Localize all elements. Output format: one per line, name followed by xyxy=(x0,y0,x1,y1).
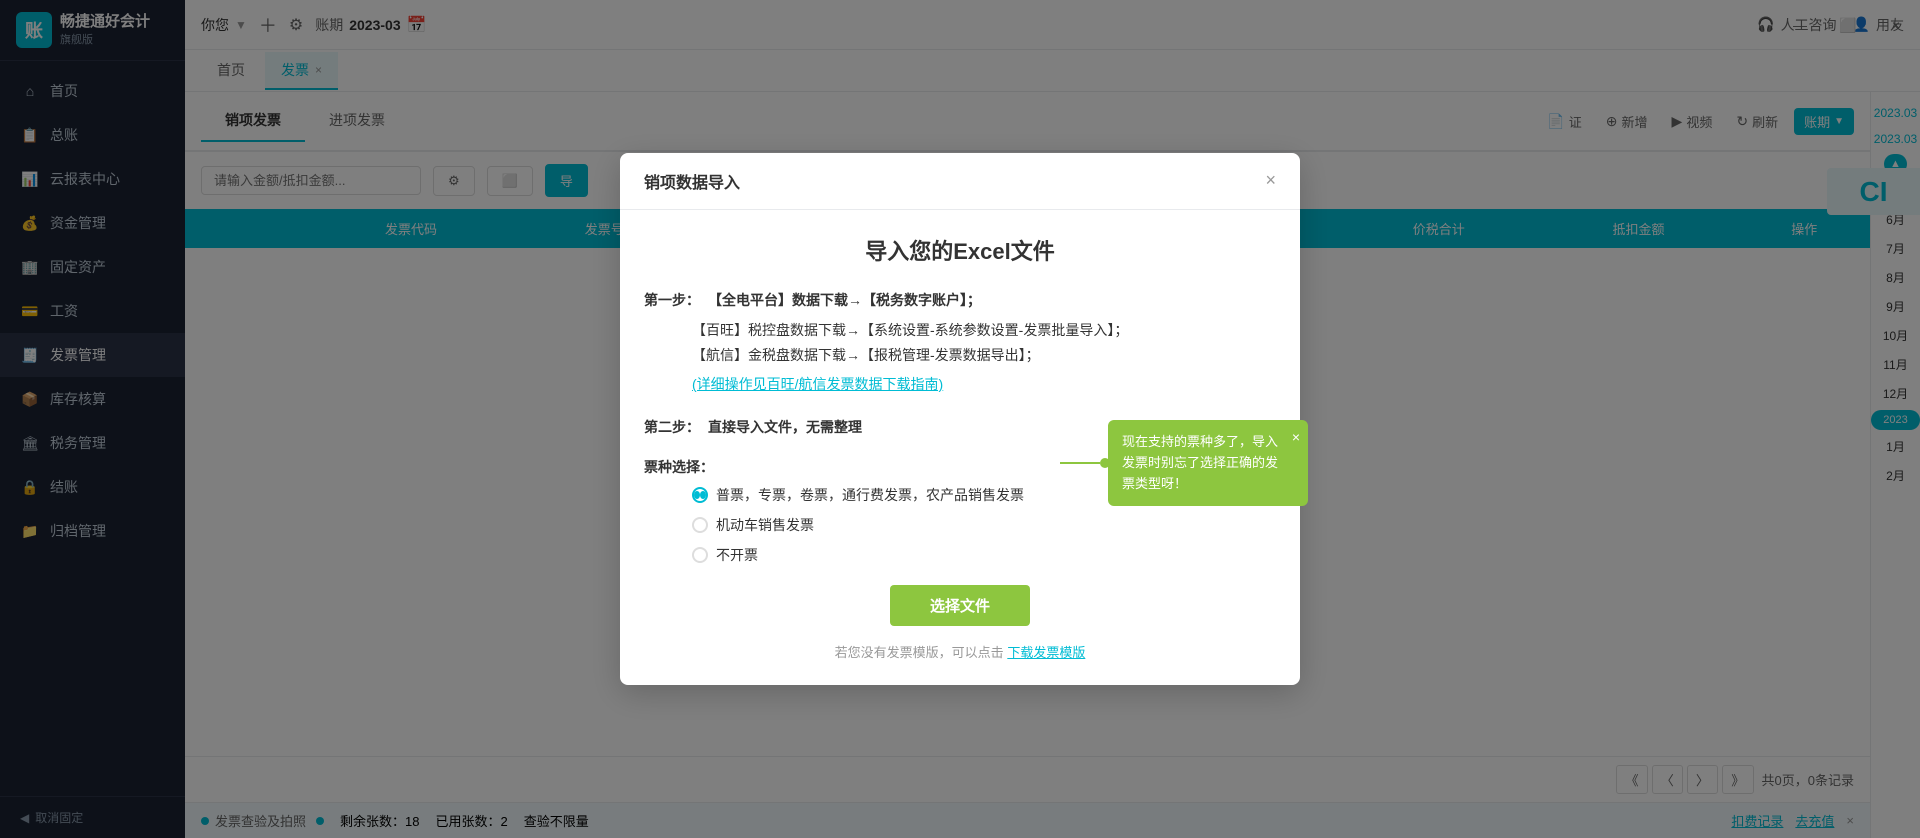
step2-text: 直接导入文件，无需整理 xyxy=(708,417,862,437)
modal-main-title: 导入您的Excel文件 xyxy=(644,234,1276,266)
modal-title: 销项数据导入 xyxy=(644,169,740,193)
step1-label: 第一步： xyxy=(644,290,700,310)
tooltip-with-line: × 现在支持的票种多了，导入发票时别忘了选择正确的发票类型呀！ xyxy=(1060,420,1308,506)
ticket-label: 票种选择： xyxy=(644,457,714,477)
radio-no-invoice-label: 不开票 xyxy=(716,545,758,565)
modal-close-button[interactable]: × xyxy=(1265,170,1276,191)
radio-no-invoice[interactable]: 不开票 xyxy=(692,545,1276,565)
tooltip-close-button[interactable]: × xyxy=(1292,426,1300,448)
step1-title: 第一步： 【全电平台】数据下载→【税务数字账户】； xyxy=(644,290,1276,310)
modal-header: 销项数据导入 × xyxy=(620,153,1300,210)
step1-detail-link[interactable]: (详细操作见百旺/航信发票数据下载指南) xyxy=(692,376,943,392)
radio-no-invoice-circle xyxy=(692,547,708,563)
step1-section: 第一步： 【全电平台】数据下载→【税务数字账户】； 【百旺】税控盘数据下载→【系… xyxy=(644,290,1276,398)
radio-motor-circle xyxy=(692,517,708,533)
modal-overlay: 销项数据导入 × 导入您的Excel文件 第一步： 【全电平台】数据下载→【税务… xyxy=(0,0,1920,838)
select-file-wrapper: 选择文件 xyxy=(644,585,1276,626)
tooltip-box: × 现在支持的票种多了，导入发票时别忘了选择正确的发票类型呀！ xyxy=(1108,420,1308,506)
step2-label: 第二步： xyxy=(644,417,700,437)
tooltip-container: × 现在支持的票种多了，导入发票时别忘了选择正确的发票类型呀！ xyxy=(1060,420,1308,506)
radio-motor[interactable]: 机动车销售发票 xyxy=(692,515,1276,535)
step1-baiwang: 【百旺】税控盘数据下载→【系统设置-系统参数设置-发票批量导入】； xyxy=(692,318,1276,343)
modal-footer-text: 若您没有发票模版，可以点击 下载发票模版 xyxy=(644,642,1276,661)
radio-normal-circle xyxy=(692,487,708,503)
radio-normal-label: 普票，专票，卷票，通行费发票，农产品销售发票 xyxy=(716,485,1024,505)
step1-hangxin: 【航信】金税盘数据下载→【报税管理-发票数据导出】； xyxy=(692,343,1276,368)
import-modal: 销项数据导入 × 导入您的Excel文件 第一步： 【全电平台】数据下载→【税务… xyxy=(620,153,1300,686)
step1-line1: 【全电平台】数据下载→【税务数字账户】； xyxy=(708,290,981,310)
download-template-link[interactable]: 下载发票模版 xyxy=(1007,645,1085,660)
tooltip-text: 现在支持的票种多了，导入发票时别忘了选择正确的发票类型呀！ xyxy=(1122,434,1278,491)
radio-motor-label: 机动车销售发票 xyxy=(716,515,814,535)
footer-text: 若您没有发票模版，可以点击 xyxy=(835,645,1004,660)
tooltip-connector-line xyxy=(1060,462,1100,464)
step1-content: 【百旺】税控盘数据下载→【系统设置-系统参数设置-发票批量导入】； 【航信】金税… xyxy=(644,318,1276,398)
select-file-button[interactable]: 选择文件 xyxy=(890,585,1030,626)
